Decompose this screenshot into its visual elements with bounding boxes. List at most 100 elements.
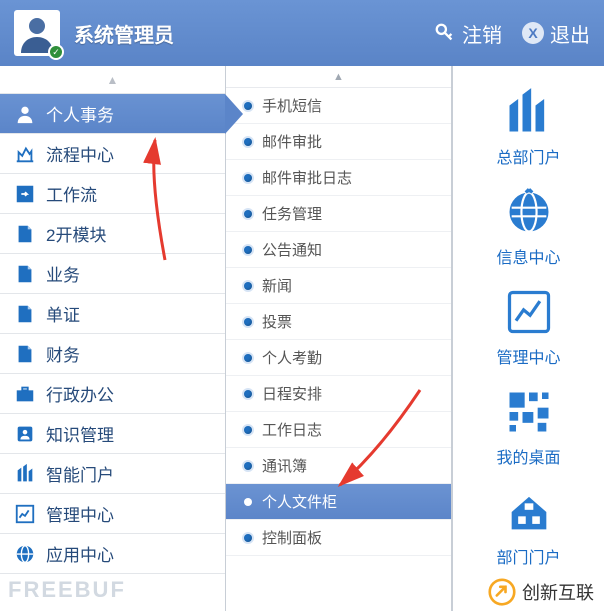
left-nav: ▲ 个人事务 流程中心 工作流 2开模块 业务 单证 财务 xyxy=(0,66,226,611)
watermark-text: FREEBUF xyxy=(8,577,126,603)
nav-item-admin[interactable]: 行政办公 xyxy=(0,374,225,414)
bullet-icon xyxy=(244,210,252,218)
nav-item-label: 2开模块 xyxy=(46,221,106,246)
nav-item-label: 流程中心 xyxy=(46,141,114,166)
nav-item-appcenter[interactable]: 应用中心 xyxy=(0,534,225,574)
sub-item[interactable]: 手机短信 xyxy=(226,88,451,124)
sub-item[interactable]: 控制面板 xyxy=(226,520,451,556)
nav-item-finance[interactable]: 财务 xyxy=(0,334,225,374)
chevron-up-icon: ▲ xyxy=(333,71,344,83)
book-person-icon xyxy=(14,423,36,445)
sub-item[interactable]: 邮件审批日志 xyxy=(226,160,451,196)
bullet-icon xyxy=(244,138,252,146)
tile-dept[interactable]: 部门门户 xyxy=(461,480,596,574)
nav-item-label: 业务 xyxy=(46,261,80,286)
nav-item-label: 应用中心 xyxy=(46,541,114,566)
exit-button[interactable]: X 退出 xyxy=(522,19,590,48)
bullet-icon xyxy=(244,390,252,398)
tile-desktop[interactable]: 我的桌面 xyxy=(461,380,596,474)
sub-item[interactable]: 任务管理 xyxy=(226,196,451,232)
chevron-up-icon: ▲ xyxy=(107,73,119,87)
person-icon xyxy=(14,103,36,125)
sub-item-label: 手机短信 xyxy=(262,95,322,116)
nav-item-label: 行政办公 xyxy=(46,381,114,406)
nav-item-module2[interactable]: 2开模块 xyxy=(0,214,225,254)
nav-item-label: 智能门户 xyxy=(46,461,114,486)
nav-item-label: 管理中心 xyxy=(46,501,114,526)
bullet-icon xyxy=(244,174,252,182)
globe-icon xyxy=(14,543,36,565)
sub-item[interactable]: 公告通知 xyxy=(226,232,451,268)
nav-item-mgmtcenter[interactable]: 管理中心 xyxy=(0,494,225,534)
sub-item-label: 任务管理 xyxy=(262,203,322,224)
nav-item-knowledge[interactable]: 知识管理 xyxy=(0,414,225,454)
building-icon xyxy=(14,463,36,485)
bullet-icon xyxy=(244,354,252,362)
sub-item-label: 个人文件柜 xyxy=(262,491,337,512)
nav-item-business[interactable]: 业务 xyxy=(0,254,225,294)
document-icon xyxy=(14,303,36,325)
nav-item-label: 财务 xyxy=(46,341,80,366)
top-bar: ✓ 系统管理员 注销 X 退出 xyxy=(0,0,604,66)
sub-item[interactable]: 日程安排 xyxy=(226,376,451,412)
nav-item-label: 个人事务 xyxy=(46,101,114,126)
top-actions: 注销 X 退出 xyxy=(434,19,590,48)
sub-item[interactable]: 投票 xyxy=(226,304,451,340)
bullet-icon xyxy=(244,426,252,434)
sub-item[interactable]: 通讯簿 xyxy=(226,448,451,484)
nav-item-flowcenter[interactable]: 流程中心 xyxy=(0,134,225,174)
tile-hq[interactable]: 总部门户 xyxy=(461,80,596,174)
sub-item-label: 通讯簿 xyxy=(262,455,307,476)
key-icon xyxy=(434,22,456,44)
sub-item-selected[interactable]: 个人文件柜 xyxy=(226,484,451,520)
tile-info[interactable]: 信息中心 xyxy=(461,180,596,274)
sub-item-label: 新闻 xyxy=(262,275,292,296)
close-icon: X xyxy=(522,22,544,44)
globe-antenna-icon xyxy=(503,186,555,238)
online-badge-icon: ✓ xyxy=(48,44,64,60)
bullet-icon xyxy=(244,462,252,470)
sub-item-label: 投票 xyxy=(262,311,292,332)
document-icon xyxy=(14,223,36,245)
bullet-icon xyxy=(244,102,252,110)
tile-manage[interactable]: 管理中心 xyxy=(461,280,596,374)
bullet-icon xyxy=(244,318,252,326)
apps-grid-icon xyxy=(503,386,555,438)
nav-item-label: 知识管理 xyxy=(46,421,114,446)
bullet-icon xyxy=(244,246,252,254)
main-area: ▲ 个人事务 流程中心 工作流 2开模块 业务 单证 财务 xyxy=(0,66,604,611)
right-panel: 总部门户 信息中心 管理中心 我的桌面 部门门户 xyxy=(452,66,604,611)
chart-box-icon xyxy=(503,286,555,338)
nav-item-personal[interactable]: 个人事务 xyxy=(0,94,225,134)
nav-item-voucher[interactable]: 单证 xyxy=(0,294,225,334)
bullet-icon xyxy=(244,534,252,542)
sub-item-label: 工作日志 xyxy=(262,419,322,440)
tile-label: 管理中心 xyxy=(496,344,560,368)
document-icon xyxy=(14,263,36,285)
chart-icon xyxy=(14,143,36,165)
nav-item-portal[interactable]: 智能门户 xyxy=(0,454,225,494)
bullet-icon xyxy=(244,282,252,290)
nav-item-workflow[interactable]: 工作流 xyxy=(0,174,225,214)
tile-label: 总部门户 xyxy=(496,144,560,168)
nav-item-label: 单证 xyxy=(46,301,80,326)
avatar[interactable]: ✓ xyxy=(14,10,60,56)
sub-item[interactable]: 工作日志 xyxy=(226,412,451,448)
house-icon xyxy=(503,486,555,538)
sub-item[interactable]: 新闻 xyxy=(226,268,451,304)
tile-label: 我的桌面 xyxy=(496,444,560,468)
logout-button[interactable]: 注销 xyxy=(434,19,502,48)
arrow-square-icon xyxy=(14,183,36,205)
submenu: ▲ 手机短信 邮件审批 邮件审批日志 任务管理 公告通知 新闻 投票 个人考勤 … xyxy=(226,66,452,611)
username-label: 系统管理员 xyxy=(74,19,174,48)
submenu-collapse-button[interactable]: ▲ xyxy=(226,66,451,88)
nav-collapse-button[interactable]: ▲ xyxy=(0,66,225,94)
sub-item-label: 公告通知 xyxy=(262,239,322,260)
sub-item-label: 日程安排 xyxy=(262,383,322,404)
sub-item[interactable]: 邮件审批 xyxy=(226,124,451,160)
nav-item-label: 工作流 xyxy=(46,181,97,206)
sub-item[interactable]: 个人考勤 xyxy=(226,340,451,376)
tile-label: 信息中心 xyxy=(496,244,560,268)
document-icon xyxy=(14,343,36,365)
sub-item-label: 控制面板 xyxy=(262,527,322,548)
